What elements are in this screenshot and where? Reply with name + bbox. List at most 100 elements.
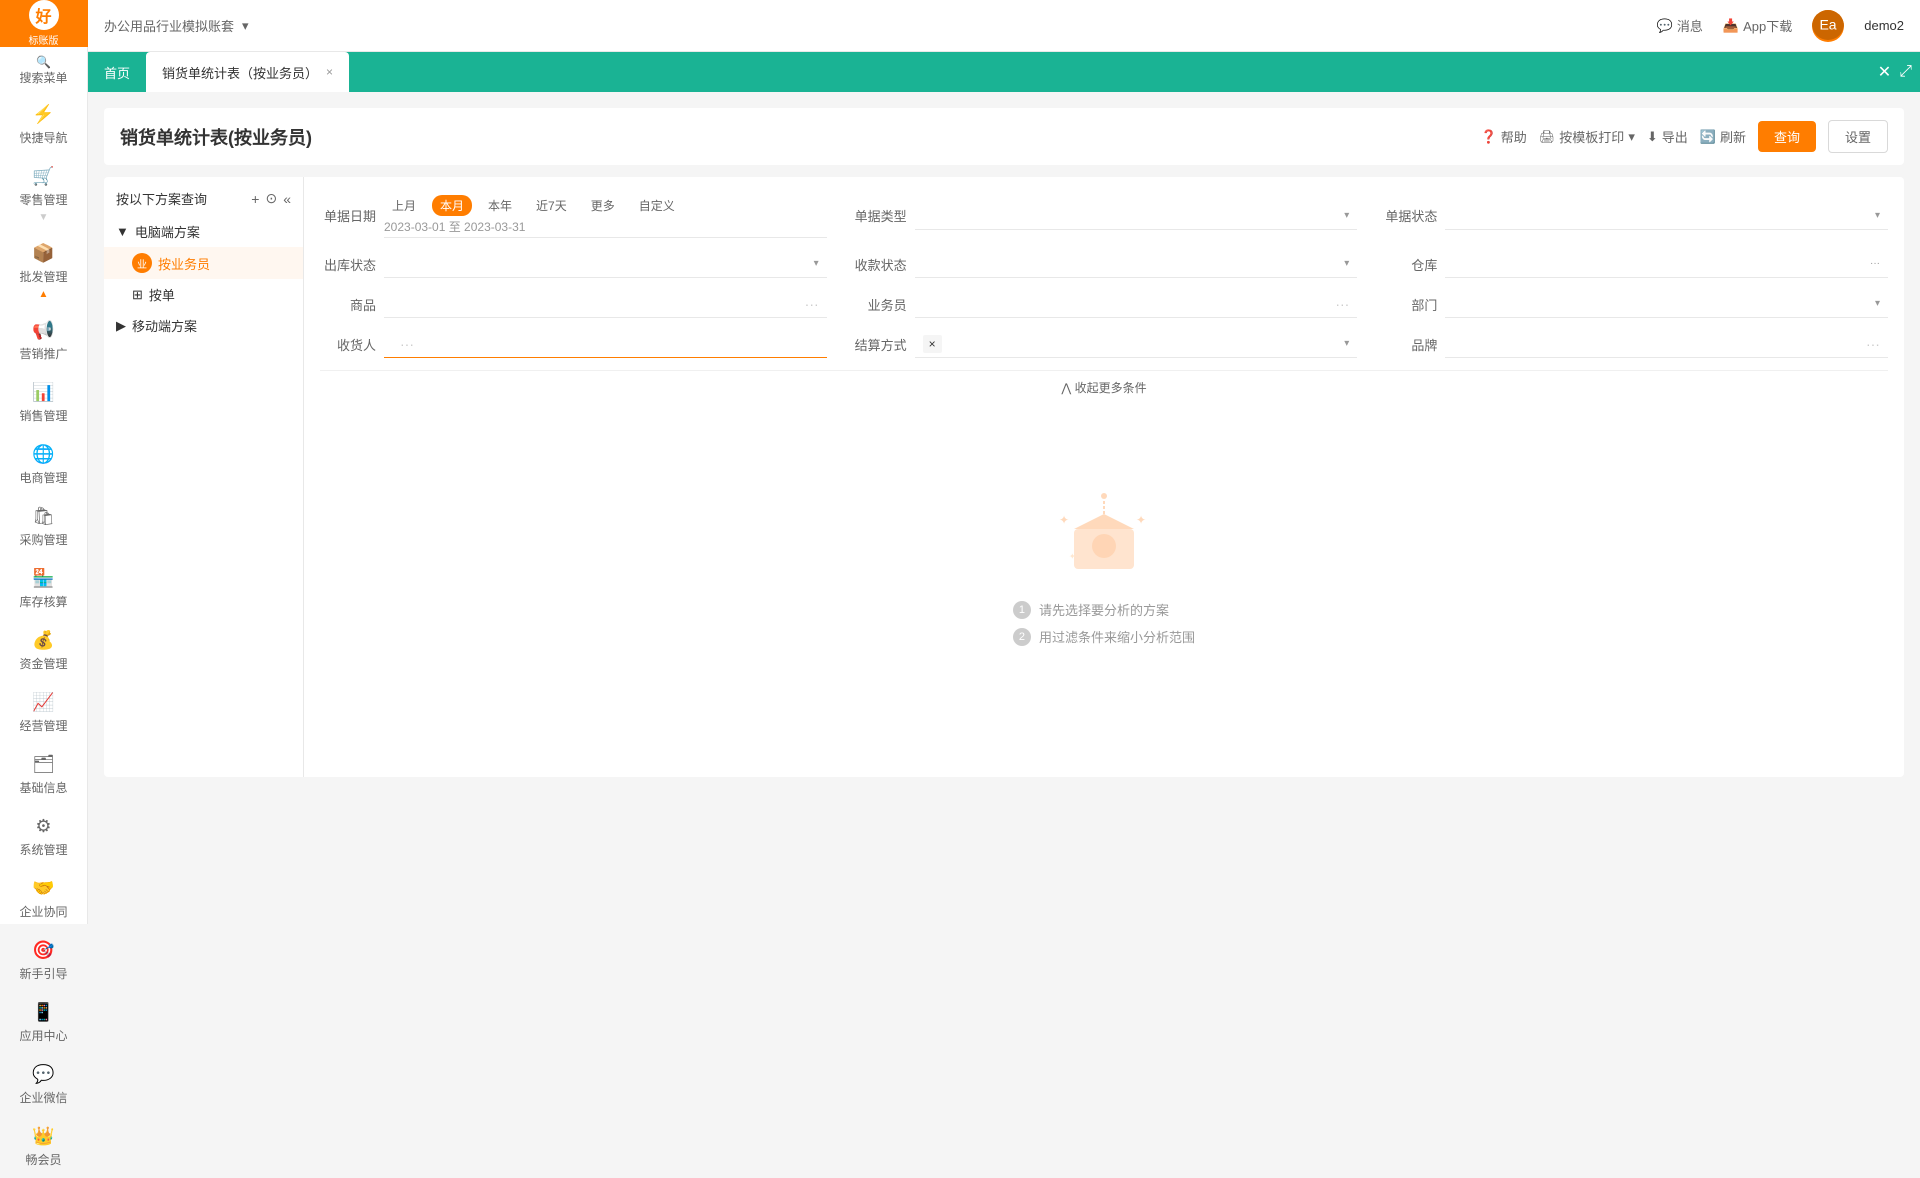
date-tab-7days[interactable]: 近7天 bbox=[528, 195, 575, 216]
sidebar-item-wechat[interactable]: 💬 企业微信 bbox=[0, 1054, 88, 1116]
sidebar-item-retail[interactable]: 🛒 零售管理 ▼ bbox=[0, 156, 88, 233]
message-label: 消息 bbox=[1677, 16, 1703, 35]
sidebar-item-wholesale[interactable]: 📦 批发管理 ▲ bbox=[0, 233, 88, 310]
sidebar-marketing-label: 营销推广 bbox=[19, 345, 67, 362]
header-app-download-btn[interactable]: 📥 App下载 bbox=[1723, 16, 1792, 35]
goods-dots[interactable]: ··· bbox=[805, 296, 819, 312]
avatar-img bbox=[1812, 10, 1844, 42]
panel-edit-btn[interactable]: ⊙ bbox=[265, 190, 277, 207]
tab-close-icon[interactable]: × bbox=[326, 65, 333, 79]
department-select[interactable]: ▾ bbox=[1445, 290, 1888, 318]
refresh-btn[interactable]: 🔄 刷新 bbox=[1700, 127, 1746, 146]
message-icon: 💬 bbox=[1657, 18, 1673, 34]
panel-collapse-btn[interactable]: « bbox=[283, 191, 291, 207]
tree-mobile-section[interactable]: ▶ 移动端方案 bbox=[104, 310, 303, 341]
settings-btn[interactable]: 设置 bbox=[1828, 120, 1888, 153]
tab-home[interactable]: 首页 bbox=[88, 52, 146, 92]
brand-select[interactable]: ··· bbox=[1445, 330, 1888, 358]
tree-pc-section[interactable]: ▼ 电脑端方案 bbox=[104, 216, 303, 247]
receive-status-label: 收款状态 bbox=[851, 255, 907, 274]
inventory-icon: 🏪 bbox=[32, 568, 54, 589]
receiver-dots[interactable]: ··· bbox=[400, 336, 414, 352]
filter-out-status: 出库状态 ▾ bbox=[320, 250, 827, 278]
date-tab-custom[interactable]: 自定义 bbox=[631, 195, 683, 216]
sidebar-item-finance[interactable]: 💰 资金管理 bbox=[0, 620, 88, 682]
enterprise-icon: 🤝 bbox=[32, 878, 54, 899]
filter-warehouse: 仓库 ··· bbox=[1381, 250, 1888, 278]
quicknav-icon: ⚡ bbox=[32, 104, 54, 125]
filter-row-2: 出库状态 ▾ 收款状态 ▾ bbox=[320, 250, 1888, 278]
help-label: 帮助 bbox=[1501, 127, 1527, 146]
filter-row-1: 单据日期 上月 本月 本年 近7天 更多 自定义 20 bbox=[320, 193, 1888, 238]
out-status-select[interactable]: ▾ bbox=[384, 250, 827, 278]
header-right: 💬 消息 📥 App下载 demo2 bbox=[1657, 10, 1904, 42]
goods-select[interactable]: ··· bbox=[384, 290, 827, 318]
collapse-label: 收起更多条件 bbox=[1075, 381, 1147, 395]
tab-window-close[interactable]: ✕ bbox=[1878, 62, 1891, 82]
brand-dots[interactable]: ··· bbox=[1866, 336, 1880, 352]
logo-text: 标账版 bbox=[29, 32, 59, 47]
header-message-btn[interactable]: 💬 消息 bbox=[1657, 16, 1703, 35]
payment-select[interactable]: × ▾ bbox=[915, 330, 1358, 358]
help-btn[interactable]: ❓ 帮助 bbox=[1481, 127, 1527, 146]
receive-status-select[interactable]: ▾ bbox=[915, 250, 1358, 278]
sidebar-finance-label: 资金管理 bbox=[19, 655, 67, 672]
date-tab-lastmonth[interactable]: 上月 bbox=[384, 195, 424, 216]
user-name[interactable]: demo2 bbox=[1864, 18, 1904, 33]
tab-window-expand[interactable]: ⤢ bbox=[1899, 63, 1912, 81]
user-avatar[interactable] bbox=[1812, 10, 1844, 42]
sidebar-item-enterprise[interactable]: 🤝 企业协同 bbox=[0, 868, 88, 930]
collapse-bar[interactable]: ⋀ 收起更多条件 bbox=[320, 370, 1888, 404]
sidebar-item-ecommerce[interactable]: 🌐 电商管理 bbox=[0, 434, 88, 496]
sidebar-item-purchase[interactable]: 🛍 采购管理 bbox=[0, 496, 88, 558]
warehouse-select[interactable]: ··· bbox=[1445, 250, 1888, 278]
sidebar-item-quicknav[interactable]: ⚡ 快捷导航 bbox=[0, 94, 88, 156]
sidebar-logo[interactable]: 好 标账版 bbox=[0, 0, 88, 47]
empty-tip-1: 1 请先选择要分析的方案 bbox=[1013, 600, 1195, 619]
tab-active[interactable]: 销货单统计表（按业务员） × bbox=[146, 52, 349, 92]
page-actions: ❓ 帮助 🖨 按模板打印 ▾ ⬇ 导出 🔄 刷新 bbox=[1481, 120, 1888, 153]
sidebar-item-newbie[interactable]: 🎯 新手引导 bbox=[0, 930, 88, 992]
tab-bar: 首页 销货单统计表（按业务员） × ✕ ⤢ bbox=[88, 52, 1920, 92]
sidebar-item-ops[interactable]: 📈 经营管理 bbox=[0, 682, 88, 744]
sales-icon: 📊 bbox=[32, 382, 54, 403]
sidebar-item-system[interactable]: ⚙ 系统管理 bbox=[0, 806, 88, 868]
salesman-filter-label: 业务员 bbox=[851, 295, 907, 314]
salesman-select[interactable]: ··· bbox=[915, 290, 1358, 318]
query-btn[interactable]: 查询 bbox=[1758, 121, 1816, 152]
tab-bar-actions: ✕ ⤢ bbox=[1878, 62, 1920, 82]
tree-order-item[interactable]: ⊞ 按单 bbox=[104, 279, 303, 310]
sidebar-item-marketing[interactable]: 📢 营销推广 bbox=[0, 310, 88, 372]
salesman-active-icon: 业 bbox=[132, 253, 152, 273]
ecommerce-icon: 🌐 bbox=[32, 444, 54, 465]
sidebar-item-member[interactable]: 👑 畅会员 bbox=[0, 1116, 88, 1178]
date-tab-thisyear[interactable]: 本年 bbox=[480, 195, 520, 216]
receiver-input[interactable]: ··· bbox=[384, 330, 827, 358]
sidebar-item-search[interactable]: 🔍 搜索菜单 bbox=[0, 47, 88, 94]
left-panel: 按以下方案查询 + ⊙ « ▼ 电脑端方案 业 按业务员 bbox=[104, 177, 304, 777]
doc-type-select[interactable]: ▾ bbox=[915, 202, 1358, 230]
sidebar-item-base[interactable]: 🗂 基础信息 bbox=[0, 744, 88, 806]
date-tab-thismonth[interactable]: 本月 bbox=[432, 195, 472, 216]
sidebar-item-appstore[interactable]: 📱 应用中心 bbox=[0, 992, 88, 1054]
date-tab-more[interactable]: 更多 bbox=[583, 195, 623, 216]
tree-salesman-item[interactable]: 业 按业务员 bbox=[104, 247, 303, 279]
payment-tag-close[interactable]: × bbox=[929, 337, 936, 351]
sidebar-item-sales[interactable]: 📊 销售管理 bbox=[0, 372, 88, 434]
header-app-title[interactable]: 办公用品行业模拟账套 ▾ bbox=[104, 16, 249, 35]
appstore-icon: 📱 bbox=[32, 1002, 54, 1023]
empty-tip-2: 2 用过滤条件来缩小分析范围 bbox=[1013, 627, 1195, 646]
export-btn[interactable]: ⬇ 导出 bbox=[1647, 127, 1688, 146]
doc-status-select[interactable]: ▾ bbox=[1445, 202, 1888, 230]
print-btn[interactable]: 🖨 按模板打印 ▾ bbox=[1539, 127, 1635, 146]
panel-header-actions: + ⊙ « bbox=[251, 190, 291, 207]
tree-salesman-label: 按业务员 bbox=[158, 254, 210, 273]
panel-add-btn[interactable]: + bbox=[251, 191, 259, 207]
date-tabs: 上月 本月 本年 近7天 更多 自定义 bbox=[384, 195, 827, 216]
salesman-dots[interactable]: ··· bbox=[1335, 296, 1349, 312]
retail-icon: 🛒 bbox=[32, 166, 54, 187]
collapse-icon: ⋀ bbox=[1061, 381, 1071, 395]
export-label: 导出 bbox=[1662, 127, 1688, 146]
sidebar-item-inventory[interactable]: 🏪 库存核算 bbox=[0, 558, 88, 620]
member-icon: 👑 bbox=[32, 1126, 54, 1147]
